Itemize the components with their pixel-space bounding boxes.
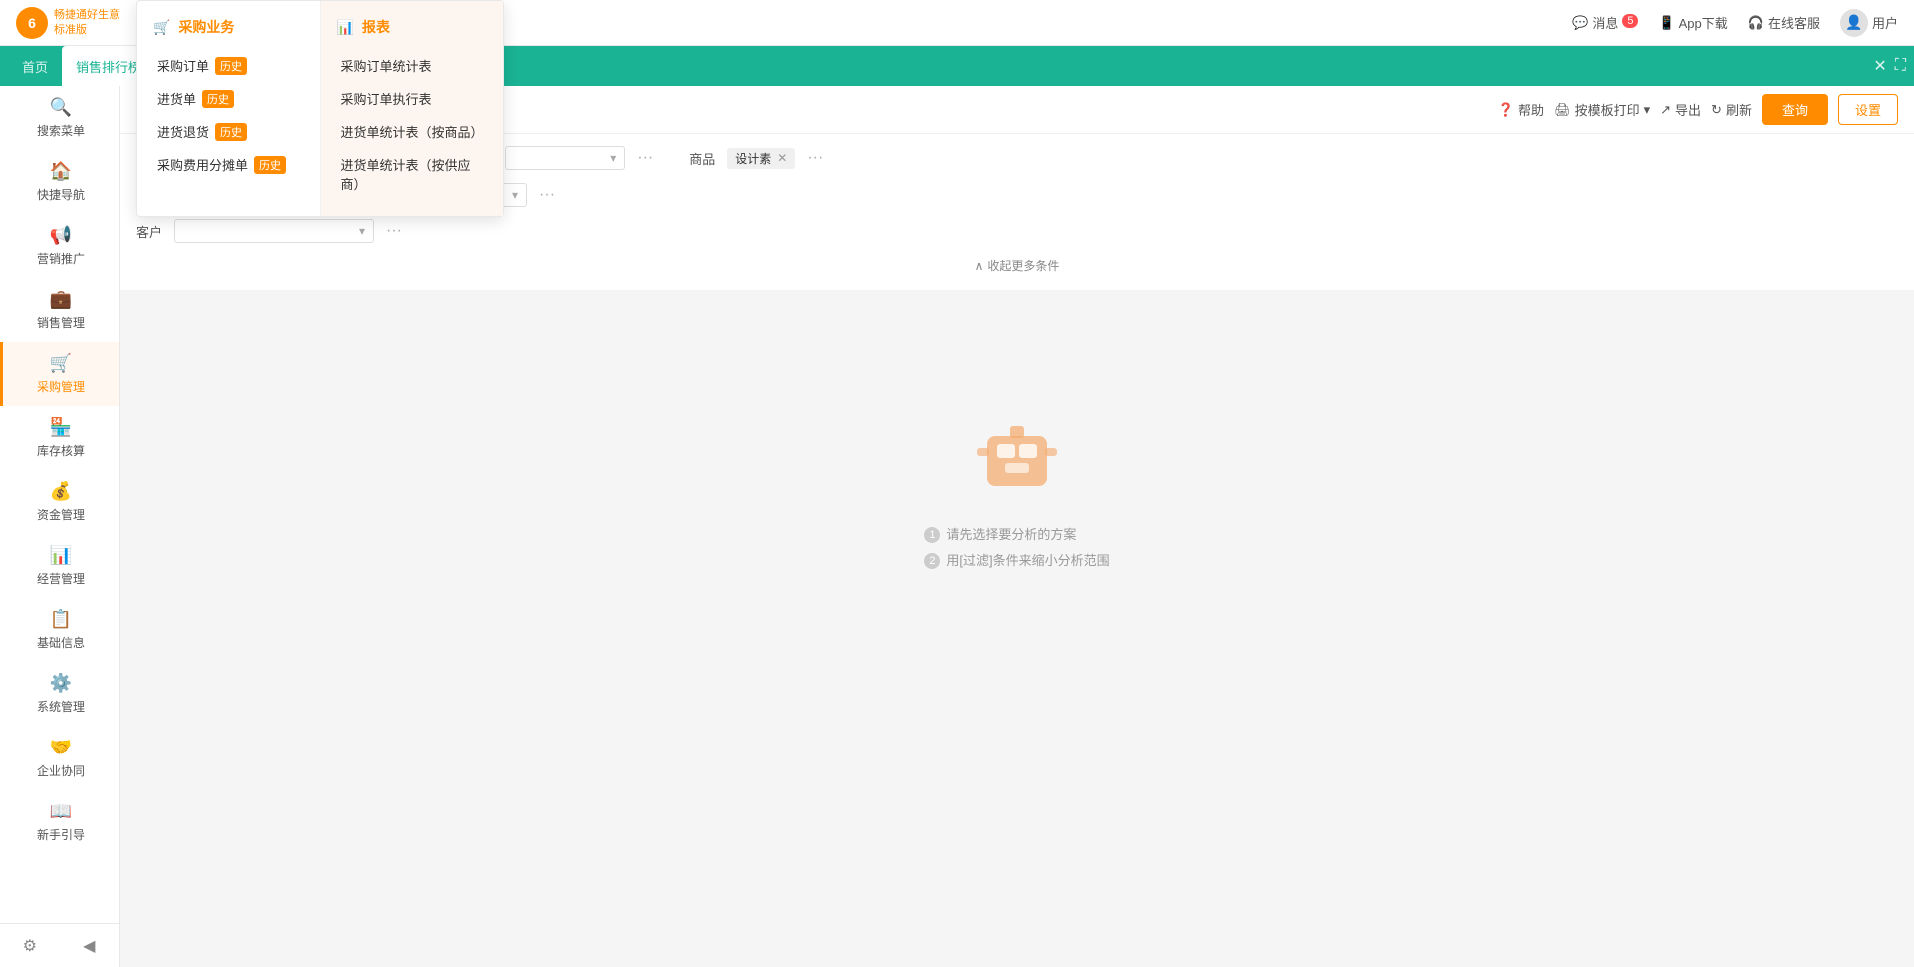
guide-icon: 📖: [50, 801, 72, 822]
dropdown-item-purchase-order[interactable]: 采购订单 历史: [153, 49, 304, 82]
tab-home[interactable]: 首页: [8, 46, 62, 86]
logo-text: 畅捷通好生意 标准版: [54, 8, 120, 37]
sidebar-item-finance[interactable]: 💰 资金管理: [0, 470, 119, 534]
dropdown-item-po-stats[interactable]: 采购订单统计表: [337, 49, 488, 82]
home-icon: 🏠: [50, 161, 72, 182]
dropdown-item-purchase-expense[interactable]: 采购费用分摊单 历史: [153, 148, 304, 181]
sidebar-item-guide[interactable]: 📖 新手引导: [0, 790, 119, 854]
enterprise-icon: 🤝: [50, 737, 72, 758]
report-icon: 📊: [337, 19, 354, 36]
history-badge-2: 历史: [215, 123, 247, 141]
search-icon: 🔍: [50, 97, 72, 118]
sales-icon: 💼: [50, 289, 72, 310]
sidebar-item-purchase[interactable]: 🛒 采购管理: [0, 342, 119, 406]
sidebar-item-enterprise[interactable]: 🤝 企业协同: [0, 726, 119, 790]
dropdown-overlay: 🛒 采购业务 采购订单 历史 进货单 历史 进货退货 历史 采购费用分摊单 历史: [120, 0, 1914, 967]
history-badge-1: 历史: [202, 90, 234, 108]
dropdown-item-goods-receipt[interactable]: 进货单 历史: [153, 82, 304, 115]
sidebar-collapse-button[interactable]: ◀: [60, 924, 120, 967]
sidebar-item-system[interactable]: ⚙️ 系统管理: [0, 662, 119, 726]
dropdown-item-receipt-by-goods[interactable]: 进货单统计表（按商品）: [337, 115, 488, 148]
sidebar-item-navigation[interactable]: 🏠 快捷导航: [0, 150, 119, 214]
marketing-icon: 📢: [50, 225, 72, 246]
logo-area: 6 畅捷通好生意 标准版: [16, 7, 136, 39]
history-badge-0: 历史: [215, 57, 247, 75]
purchase-business-title: 🛒 采购业务: [153, 17, 304, 37]
purchase-dropdown-menu: 🛒 采购业务 采购订单 历史 进货单 历史 进货退货 历史 采购费用分摊单 历史: [136, 0, 504, 217]
sidebar: 🔍 搜索菜单 🏠 快捷导航 📢 营销推广 💼 销售管理 🛒 采购管理 🏪 库存核…: [0, 86, 120, 967]
sidebar-item-operations[interactable]: 📊 经营管理: [0, 534, 119, 598]
purchase-icon: 🛒: [50, 353, 72, 374]
finance-icon: 💰: [50, 481, 72, 502]
history-badge-3: 历史: [254, 156, 286, 174]
sidebar-bottom: ⚙ ◀: [0, 923, 119, 967]
logo-icon: 6: [16, 7, 48, 39]
sidebar-item-sales[interactable]: 💼 销售管理: [0, 278, 119, 342]
sidebar-item-inventory[interactable]: 🏪 库存核算: [0, 406, 119, 470]
dropdown-item-po-exec[interactable]: 采购订单执行表: [337, 82, 488, 115]
sidebar-item-basic-info[interactable]: 📋 基础信息: [0, 598, 119, 662]
system-icon: ⚙️: [50, 673, 72, 694]
basic-info-icon: 📋: [50, 609, 72, 630]
operations-icon: 📊: [50, 545, 72, 566]
dropdown-item-receipt-by-supplier[interactable]: 进货单统计表（按供应商）: [337, 148, 488, 200]
report-col: 📊 报表 采购订单统计表 采购订单执行表 进货单统计表（按商品） 进货单统计表（…: [321, 1, 504, 216]
purchase-business-col: 🛒 采购业务 采购订单 历史 进货单 历史 进货退货 历史 采购费用分摊单 历史: [137, 1, 321, 216]
sidebar-item-marketing[interactable]: 📢 营销推广: [0, 214, 119, 278]
sidebar-item-search[interactable]: 🔍 搜索菜单: [0, 86, 119, 150]
report-title: 📊 报表: [337, 17, 488, 37]
svg-text:6: 6: [28, 15, 36, 31]
purchase-business-icon: 🛒: [153, 19, 170, 36]
inventory-icon: 🏪: [50, 417, 72, 438]
sidebar-settings-button[interactable]: ⚙: [0, 924, 60, 967]
dropdown-item-goods-return[interactable]: 进货退货 历史: [153, 115, 304, 148]
